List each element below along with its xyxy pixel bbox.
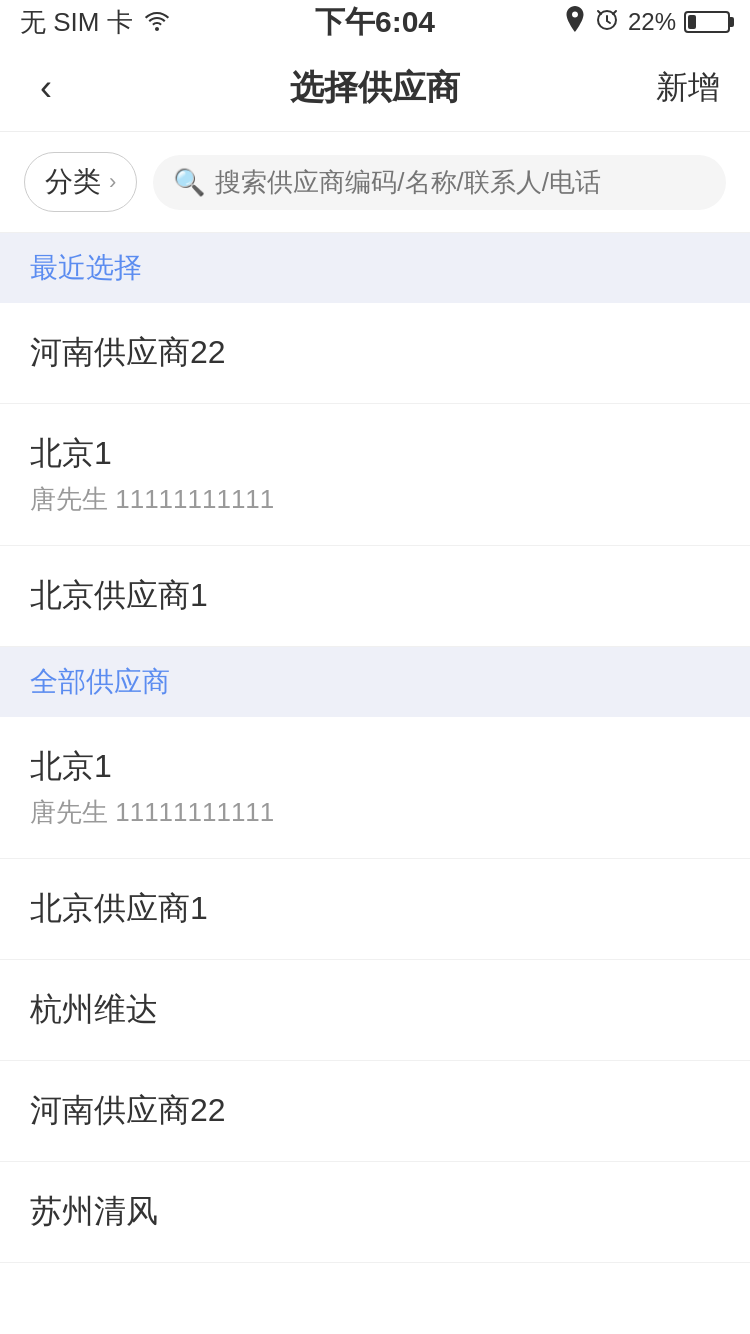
add-button[interactable]: 新增 xyxy=(656,66,720,110)
carrier-text: 无 SIM 卡 xyxy=(20,5,133,40)
battery-icon xyxy=(684,11,730,33)
chevron-right-icon: › xyxy=(109,169,116,195)
search-input[interactable] xyxy=(215,167,706,198)
list-item[interactable]: 北京供应商1 xyxy=(0,546,750,647)
item-name: 北京供应商1 xyxy=(30,574,720,618)
all-section-label: 全部供应商 xyxy=(30,666,170,697)
search-box: 🔍 xyxy=(153,155,726,210)
list-item[interactable]: 北京1 唐先生 11111111111 xyxy=(0,404,750,546)
item-name: 河南供应商22 xyxy=(30,331,720,375)
status-left: 无 SIM 卡 xyxy=(20,5,173,40)
page-title: 选择供应商 xyxy=(290,65,460,111)
list-item[interactable]: 北京1 唐先生 11111111111 xyxy=(0,717,750,859)
category-filter[interactable]: 分类 › xyxy=(24,152,137,212)
list-item[interactable]: 杭州维达 xyxy=(0,960,750,1061)
list-item[interactable]: 苏州清风 xyxy=(0,1162,750,1263)
item-name: 北京供应商1 xyxy=(30,887,720,931)
list-item[interactable]: 河南供应商22 xyxy=(0,303,750,404)
nav-bar: ‹ 选择供应商 新增 xyxy=(0,44,750,132)
battery-percent: 22% xyxy=(628,8,676,36)
all-items-list: 北京1 唐先生 11111111111 北京供应商1 杭州维达 河南供应商22 … xyxy=(0,717,750,1263)
back-button[interactable]: ‹ xyxy=(30,57,62,119)
status-bar: 无 SIM 卡 下午6:04 22% xyxy=(0,0,750,44)
list-item[interactable]: 河南供应商22 xyxy=(0,1061,750,1162)
filter-bar: 分类 › 🔍 xyxy=(0,132,750,233)
item-name: 河南供应商22 xyxy=(30,1089,720,1133)
all-section-header: 全部供应商 xyxy=(0,647,750,717)
list-item[interactable]: 北京供应商1 xyxy=(0,859,750,960)
recent-section-label: 最近选择 xyxy=(30,252,142,283)
item-name: 杭州维达 xyxy=(30,988,720,1032)
status-right: 22% xyxy=(564,6,730,38)
search-icon: 🔍 xyxy=(173,167,205,198)
location-icon xyxy=(564,6,586,38)
alarm-icon xyxy=(594,6,620,38)
category-label: 分类 xyxy=(45,163,101,201)
recent-section-header: 最近选择 xyxy=(0,233,750,303)
item-name: 北京1 xyxy=(30,432,720,476)
status-time: 下午6:04 xyxy=(315,2,435,43)
item-name: 北京1 xyxy=(30,745,720,789)
item-name: 苏州清风 xyxy=(30,1190,720,1234)
recent-items-list: 河南供应商22 北京1 唐先生 11111111111 北京供应商1 xyxy=(0,303,750,647)
item-sub: 唐先生 11111111111 xyxy=(30,482,720,517)
wifi-icon xyxy=(141,7,173,38)
item-sub: 唐先生 11111111111 xyxy=(30,795,720,830)
